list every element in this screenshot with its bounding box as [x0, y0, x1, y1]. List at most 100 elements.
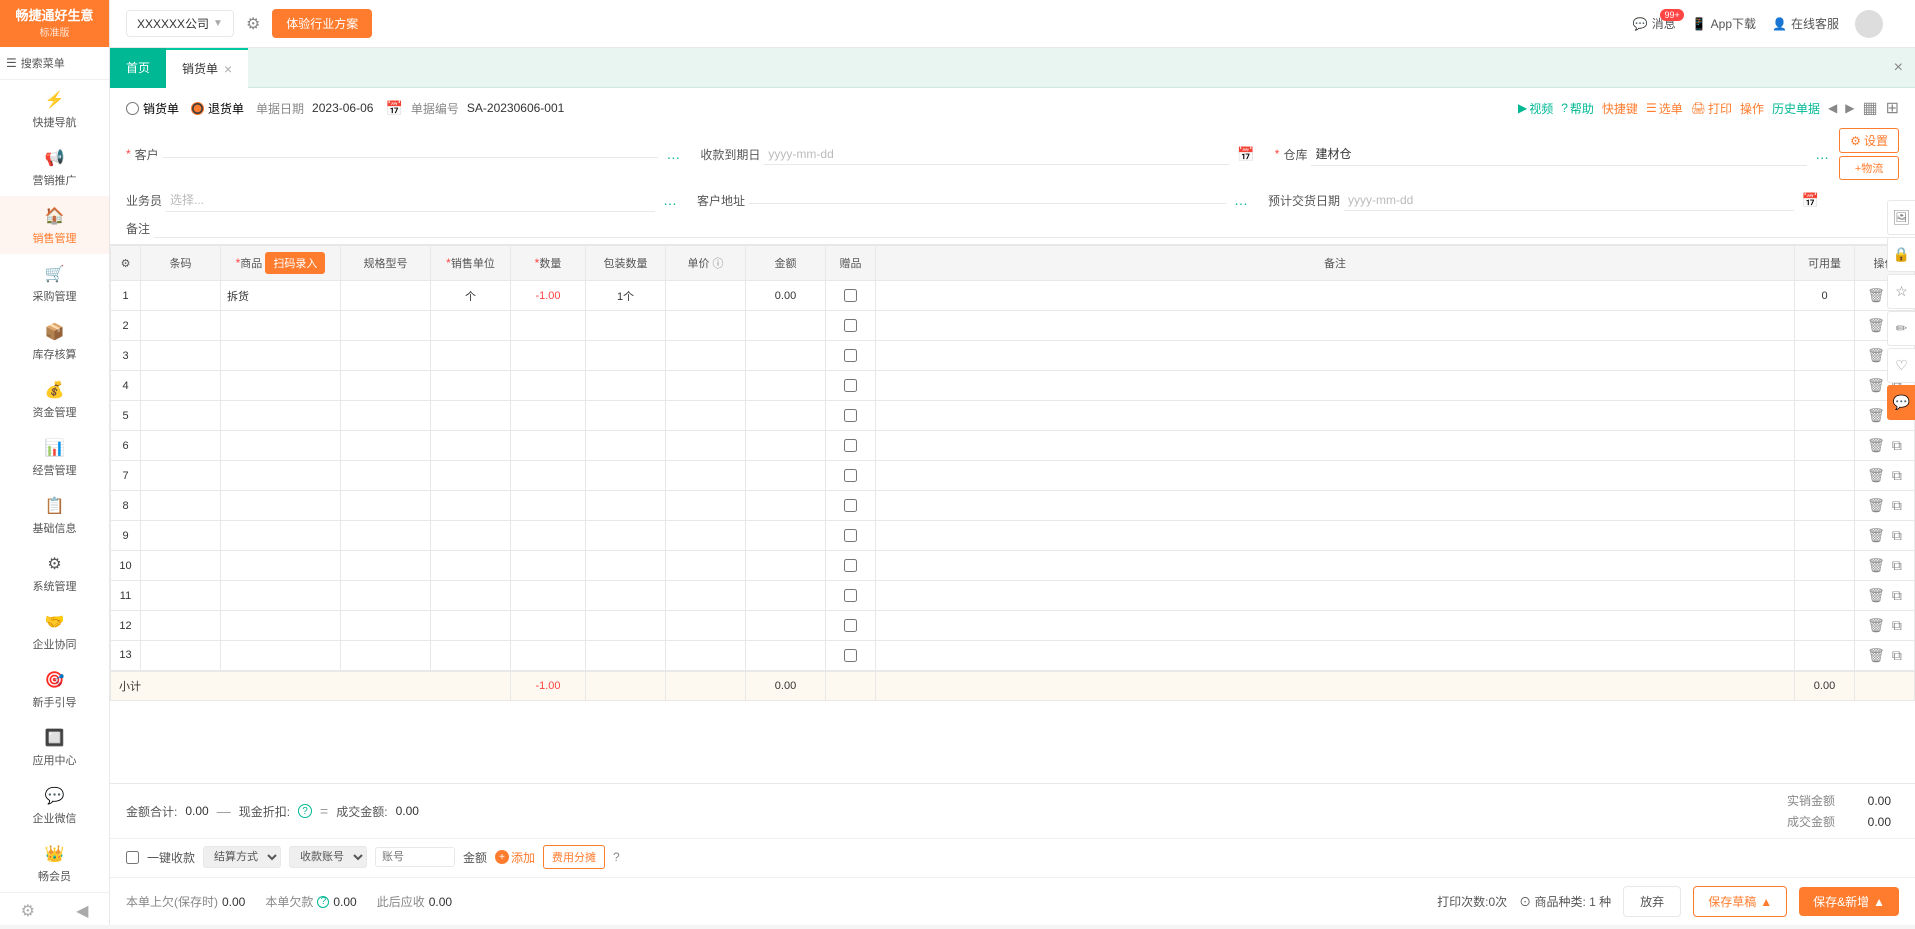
copy-row-btn[interactable]: ⧉ — [1890, 497, 1904, 514]
cell-price[interactable] — [666, 521, 746, 551]
cell-barcode[interactable] — [141, 551, 221, 581]
radio-sales[interactable]: 销货单 — [126, 100, 179, 117]
expense-info-icon[interactable]: ? — [613, 850, 620, 864]
cell-note[interactable] — [876, 311, 1795, 341]
gift-checkbox[interactable] — [844, 349, 857, 362]
copy-row-btn[interactable]: ⧉ — [1890, 467, 1904, 484]
settings-btn[interactable]: ⚙ 设置 — [1839, 128, 1899, 153]
price-info-icon[interactable]: ⓘ — [713, 258, 724, 270]
delete-row-btn[interactable]: 🗑 — [1865, 557, 1887, 574]
copy-row-btn[interactable]: ⧉ — [1890, 587, 1904, 604]
cell-pkg-qty[interactable] — [586, 551, 666, 581]
sidebar-item-collab[interactable]: 🤝 企业协同 — [0, 602, 109, 660]
cell-unit[interactable] — [431, 431, 511, 461]
gift-checkbox[interactable] — [844, 559, 857, 572]
cell-gift[interactable] — [826, 311, 876, 341]
tab-close-icon[interactable]: × — [224, 61, 232, 77]
cell-amount[interactable] — [746, 341, 826, 371]
cell-unit[interactable] — [431, 641, 511, 671]
cell-goods[interactable] — [221, 341, 341, 371]
cell-goods[interactable] — [221, 461, 341, 491]
select-link[interactable]: ☰ 选单 — [1646, 100, 1683, 117]
cell-gift[interactable] — [826, 521, 876, 551]
cell-qty[interactable] — [511, 311, 586, 341]
cell-note[interactable] — [876, 431, 1795, 461]
cell-pkg-qty[interactable] — [586, 341, 666, 371]
cell-gift[interactable] — [826, 641, 876, 671]
cell-amount[interactable] — [746, 611, 826, 641]
sidebar-item-system[interactable]: ⚙ 系统管理 — [0, 544, 109, 602]
cell-qty[interactable]: -1.00 — [511, 281, 586, 311]
right-float-heart[interactable]: ♡ — [1887, 348, 1915, 383]
cell-goods[interactable] — [221, 311, 341, 341]
cell-goods[interactable]: 拆货 — [221, 281, 341, 311]
cell-note[interactable] — [876, 611, 1795, 641]
cell-gift[interactable] — [826, 431, 876, 461]
cell-gift[interactable] — [826, 551, 876, 581]
cell-unit[interactable] — [431, 581, 511, 611]
cell-goods[interactable] — [221, 371, 341, 401]
cell-pkg-qty[interactable] — [586, 521, 666, 551]
cell-qty[interactable] — [511, 491, 586, 521]
cell-unit[interactable] — [431, 341, 511, 371]
cell-unit[interactable] — [431, 311, 511, 341]
sidebar-item-inventory[interactable]: 📦 库存核算 — [0, 312, 109, 370]
cell-barcode[interactable] — [141, 341, 221, 371]
cell-gift[interactable] — [826, 401, 876, 431]
message-btn[interactable]: 💬 消息 99+ — [1633, 15, 1676, 32]
cell-gift[interactable] — [826, 491, 876, 521]
cell-unit[interactable] — [431, 491, 511, 521]
cell-note[interactable] — [876, 581, 1795, 611]
cell-qty[interactable] — [511, 581, 586, 611]
cell-price[interactable] — [666, 461, 746, 491]
delete-row-btn[interactable]: 🗑 — [1865, 467, 1887, 484]
cell-spec[interactable] — [341, 341, 431, 371]
cell-pkg-qty[interactable] — [586, 641, 666, 671]
cell-amount[interactable] — [746, 371, 826, 401]
gift-checkbox[interactable] — [844, 589, 857, 602]
delete-row-btn[interactable]: 🗑 — [1865, 497, 1887, 514]
view-grid-icon[interactable]: ⊞ — [1886, 98, 1899, 118]
cell-barcode[interactable] — [141, 611, 221, 641]
copy-row-btn[interactable]: ⧉ — [1890, 647, 1904, 664]
online-service-btn[interactable]: 👤 在线客服 — [1772, 15, 1839, 32]
cell-qty[interactable] — [511, 431, 586, 461]
sidebar-item-purchase[interactable]: 🛒 采购管理 — [0, 254, 109, 312]
cell-gift[interactable] — [826, 611, 876, 641]
copy-row-btn[interactable]: ⧉ — [1890, 617, 1904, 634]
cell-note[interactable] — [876, 341, 1795, 371]
cell-qty[interactable] — [511, 641, 586, 671]
cell-amount[interactable] — [746, 311, 826, 341]
cell-barcode[interactable] — [141, 401, 221, 431]
cell-qty[interactable] — [511, 611, 586, 641]
gift-checkbox[interactable] — [844, 499, 857, 512]
delete-row-btn[interactable]: 🗑 — [1865, 407, 1887, 424]
cell-unit[interactable] — [431, 461, 511, 491]
cell-price[interactable] — [666, 281, 746, 311]
cell-amount[interactable] — [746, 551, 826, 581]
save-draft-btn[interactable]: 保存草稿 ▲ — [1693, 886, 1787, 917]
customer-addr-input[interactable] — [749, 197, 1226, 204]
tab-home[interactable]: 首页 — [110, 48, 166, 88]
cell-gift[interactable] — [826, 281, 876, 311]
cell-barcode[interactable] — [141, 581, 221, 611]
history-link[interactable]: 历史单据 — [1772, 100, 1820, 117]
sidebar-item-business[interactable]: 📊 经营管理 — [0, 428, 109, 486]
gift-checkbox[interactable] — [844, 289, 857, 302]
cell-amount[interactable] — [746, 581, 826, 611]
cell-qty[interactable] — [511, 371, 586, 401]
nav-next-icon[interactable]: ▶ — [1845, 101, 1854, 115]
cell-amount[interactable] — [746, 521, 826, 551]
account-input[interactable] — [375, 847, 455, 867]
copy-row-btn[interactable]: ⧉ — [1890, 557, 1904, 574]
delete-row-btn[interactable]: 🗑 — [1865, 377, 1887, 394]
right-float-chat[interactable]: 💬 — [1887, 385, 1915, 420]
sidebar-item-basic[interactable]: 📋 基础信息 — [0, 486, 109, 544]
th-settings[interactable]: ⚙ — [111, 246, 141, 281]
gift-checkbox[interactable] — [844, 439, 857, 452]
cell-price[interactable] — [666, 311, 746, 341]
due-date-input[interactable]: yyyy-mm-dd — [764, 144, 1229, 165]
cell-goods[interactable] — [221, 521, 341, 551]
cell-note[interactable] — [876, 491, 1795, 521]
copy-row-btn[interactable]: ⧉ — [1890, 437, 1904, 454]
